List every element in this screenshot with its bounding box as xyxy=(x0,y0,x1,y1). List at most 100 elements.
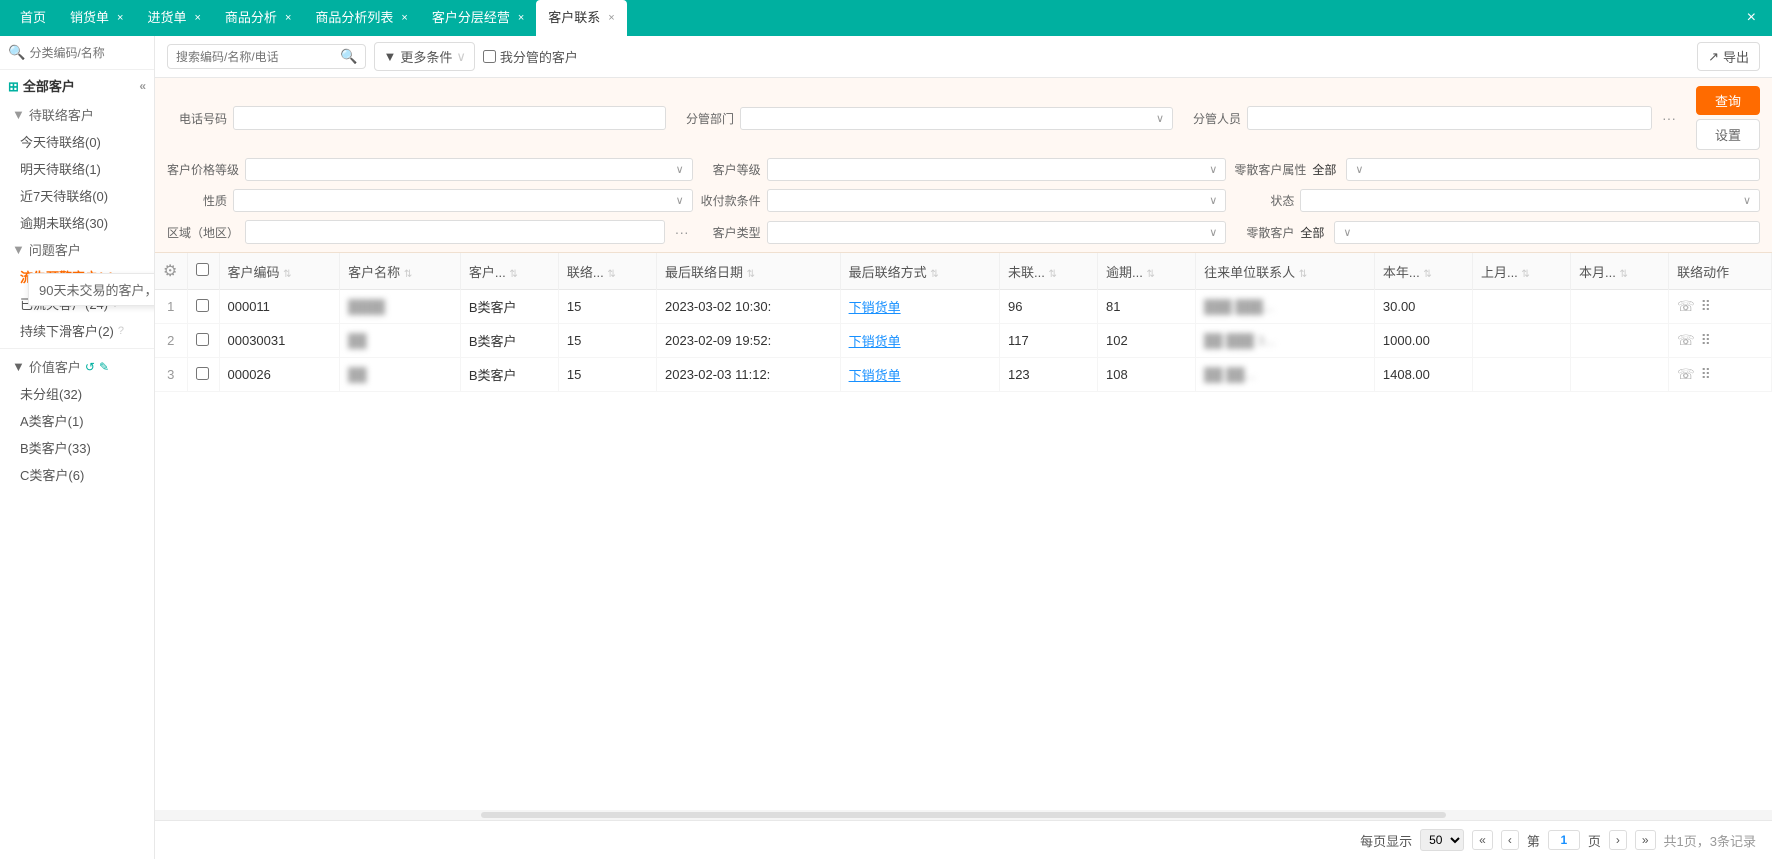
filter-phone-input[interactable] xyxy=(233,106,666,130)
col-last-date-sort[interactable]: ⇅ xyxy=(747,269,755,280)
per-page-select[interactable]: 50 xyxy=(1420,829,1464,851)
refresh-icon[interactable]: ↺ xyxy=(85,360,95,374)
row-select-2[interactable] xyxy=(196,367,209,380)
my-customers-checkbox-container[interactable]: 我分管的客户 xyxy=(483,47,578,66)
nav-customer-contact-close[interactable]: × xyxy=(608,0,614,36)
my-customers-checkbox[interactable] xyxy=(483,50,496,63)
select-all-checkbox[interactable] xyxy=(196,263,209,276)
filter-row-2: 客户价格等级 ∨ 客户等级 ∨ 零散客户属性 xyxy=(167,158,1760,181)
declining-label: 持续下滑客户(2) xyxy=(20,321,114,340)
filter-scatter-attr-select[interactable]: ∨ xyxy=(1346,158,1760,181)
col-name-sort[interactable]: ⇅ xyxy=(404,269,412,280)
row-select-1[interactable] xyxy=(196,333,209,346)
filter-phone: 电话号码 xyxy=(167,106,666,130)
table-settings-icon[interactable]: ⚙ xyxy=(163,263,177,280)
sidebar-group-value[interactable]: ▼ 价值客户 ↺ ✎ xyxy=(0,353,154,380)
row-num-2: 3 xyxy=(155,358,187,392)
col-overdue-sort[interactable]: ⇅ xyxy=(1147,269,1155,280)
sidebar-collapse-icon[interactable]: « xyxy=(139,79,146,93)
filter-nature-select[interactable]: ∨ xyxy=(233,189,693,212)
last-page-button[interactable]: » xyxy=(1635,830,1656,850)
scroll-thumb[interactable] xyxy=(481,812,1446,818)
sidebar-item-a-class[interactable]: A类客户(1) xyxy=(0,407,154,434)
toolbar-search-icon[interactable]: 🔍 xyxy=(340,48,357,65)
row-last-month-2 xyxy=(1472,358,1570,392)
col-last-month-sort[interactable]: ⇅ xyxy=(1521,269,1529,280)
row-last-method-0[interactable]: 下销货单 xyxy=(840,290,999,324)
filter-payment-select[interactable]: ∨ xyxy=(767,189,1227,212)
col-last-method-sort[interactable]: ⇅ xyxy=(930,269,938,280)
region-ellipsis[interactable]: ··· xyxy=(671,224,693,240)
row-select-0[interactable] xyxy=(196,299,209,312)
row-code-2: 000026 xyxy=(219,358,340,392)
nav-product-list[interactable]: 商品分析列表 × xyxy=(303,0,419,36)
row-action-more-0[interactable]: ⠿ xyxy=(1701,298,1711,315)
sidebar-item-7days[interactable]: 近7天待联络(0) xyxy=(0,182,154,209)
sidebar-search-input[interactable] xyxy=(29,46,155,60)
row-action-more-2[interactable]: ⠿ xyxy=(1701,366,1711,383)
prev-page-button[interactable]: ‹ xyxy=(1501,830,1519,850)
filter-region-input[interactable] xyxy=(245,220,665,244)
sidebar-group-problem[interactable]: ▼ 问题客户 xyxy=(0,236,154,263)
sidebar-group-pending[interactable]: ▼ 待联络客户 xyxy=(0,101,154,128)
col-this-month-sort[interactable]: ⇅ xyxy=(1620,269,1628,280)
nav-customer-segment-close[interactable]: × xyxy=(518,0,524,36)
filter-dept-select[interactable]: ∨ xyxy=(740,107,1173,130)
col-contact2-sort[interactable]: ⇅ xyxy=(1299,269,1307,280)
more-conditions-button[interactable]: ▼ 更多条件 ∨ xyxy=(374,42,474,71)
sidebar-all-customers[interactable]: ⊞全部客户 « xyxy=(0,70,154,101)
nav-product-list-close[interactable]: × xyxy=(401,0,407,36)
col-this-year-sort[interactable]: ⇅ xyxy=(1423,269,1431,280)
col-contact-sort[interactable]: ⇅ xyxy=(607,269,615,280)
nav-customer-contact[interactable]: 客户联系 × xyxy=(536,0,626,36)
sidebar-item-tomorrow[interactable]: 明天待联络(1) xyxy=(0,155,154,182)
filter-customer-type-select[interactable]: ∨ xyxy=(767,221,1227,244)
window-close-button[interactable]: × xyxy=(1739,9,1764,27)
horizontal-scrollbar[interactable] xyxy=(155,810,1772,820)
row-action-more-1[interactable]: ⠿ xyxy=(1701,332,1711,349)
filter-person-input[interactable] xyxy=(1247,106,1652,130)
filter-price-level-select[interactable]: ∨ xyxy=(245,158,693,181)
settings-button[interactable]: 设置 xyxy=(1696,119,1760,150)
nature-chevron: ∨ xyxy=(676,194,684,207)
first-page-button[interactable]: « xyxy=(1472,830,1493,850)
row-name-2: ██ xyxy=(340,358,461,392)
row-code-0: 000011 xyxy=(219,290,340,324)
next-page-button[interactable]: › xyxy=(1609,830,1627,850)
row-uncontacted-1: 117 xyxy=(999,324,1097,358)
col-type-sort[interactable]: ⇅ xyxy=(509,269,517,280)
row-action-phone-1[interactable]: ☏ xyxy=(1677,332,1695,349)
row-last-method-2[interactable]: 下销货单 xyxy=(840,358,999,392)
sidebar-item-today[interactable]: 今天待联络(0) xyxy=(0,128,154,155)
filter-scatter-select[interactable]: ∨ xyxy=(1334,221,1760,244)
toolbar-search-input[interactable] xyxy=(176,50,336,64)
nav-home[interactable]: 首页 xyxy=(8,0,58,36)
person-ellipsis[interactable]: ··· xyxy=(1658,110,1680,126)
row-last-method-1[interactable]: 下销货单 xyxy=(840,324,999,358)
nav-customer-segment[interactable]: 客户分层经营 × xyxy=(420,0,536,36)
filter-customer-level-select[interactable]: ∨ xyxy=(767,158,1227,181)
nav-product-analysis-close[interactable]: × xyxy=(285,0,291,36)
customer-level-chevron: ∨ xyxy=(1209,163,1217,176)
export-button[interactable]: ↗ 导出 xyxy=(1697,42,1760,71)
col-uncontacted-sort[interactable]: ⇅ xyxy=(1048,269,1056,280)
sidebar-item-declining[interactable]: 持续下滑客户(2) ? xyxy=(0,317,154,344)
filter-status-select[interactable]: ∨ xyxy=(1300,189,1760,212)
sidebar-item-ungroup[interactable]: 未分组(32) xyxy=(0,380,154,407)
row-action-phone-0[interactable]: ☏ xyxy=(1677,298,1695,315)
filter-price-level: 客户价格等级 ∨ xyxy=(167,158,693,181)
col-code-sort[interactable]: ⇅ xyxy=(283,269,291,280)
nav-purchase[interactable]: 进货单 × xyxy=(135,0,212,36)
query-button[interactable]: 查询 xyxy=(1696,86,1760,115)
sidebar-item-c-class[interactable]: C类客户(6) xyxy=(0,461,154,488)
page-input[interactable] xyxy=(1548,830,1580,850)
sidebar-item-b-class[interactable]: B类客户(33) xyxy=(0,434,154,461)
nav-sales-close[interactable]: × xyxy=(117,0,123,36)
7days-label: 近7天待联络(0) xyxy=(20,189,108,204)
nav-sales[interactable]: 销货单 × xyxy=(58,0,135,36)
nav-purchase-close[interactable]: × xyxy=(194,0,200,36)
sidebar-item-overdue[interactable]: 逾期未联络(30) xyxy=(0,209,154,236)
nav-product-analysis[interactable]: 商品分析 × xyxy=(213,0,303,36)
row-action-phone-2[interactable]: ☏ xyxy=(1677,366,1695,383)
edit-icon[interactable]: ✎ xyxy=(99,360,109,374)
